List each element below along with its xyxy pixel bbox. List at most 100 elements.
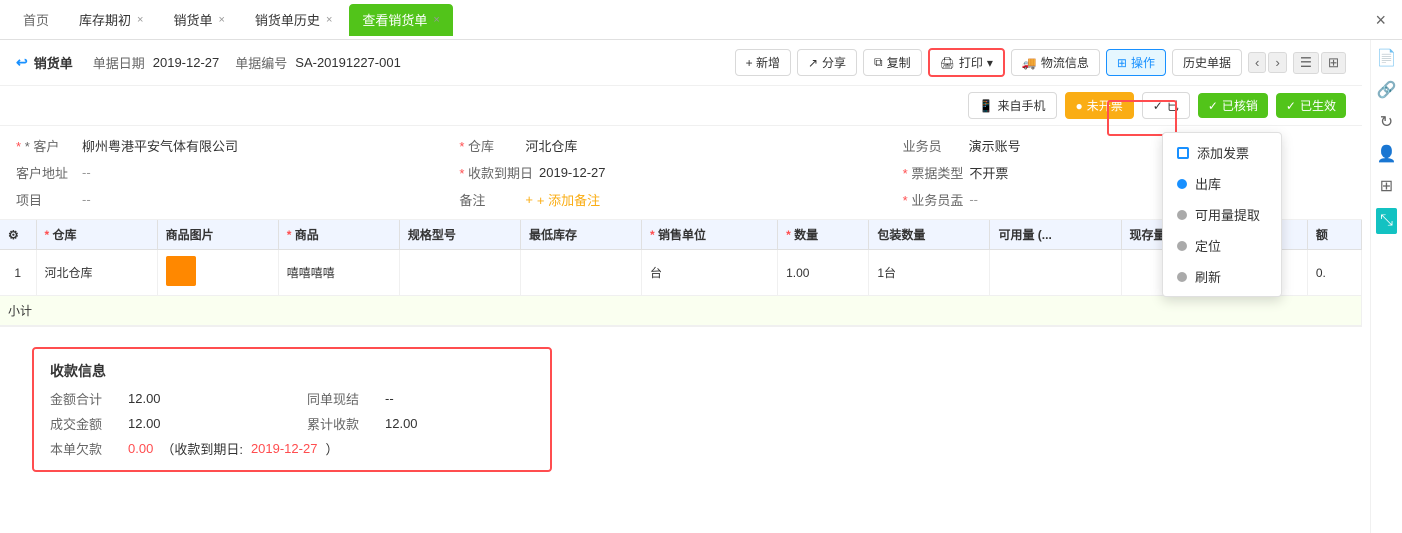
- print-icon: 🖨: [940, 56, 955, 70]
- project-value: --: [82, 192, 91, 207]
- payment-box: 收款信息 金额合计 12.00 同单现结 -- 成交金额 12.00: [32, 347, 552, 472]
- row-no: 1: [0, 250, 36, 296]
- share-icon: ↗: [808, 56, 818, 70]
- doc-icon[interactable]: 📄: [1377, 48, 1397, 68]
- debt-date: 2019-12-27: [251, 441, 318, 456]
- add-button[interactable]: + 新增: [735, 49, 791, 76]
- deal-amount-row: 成交金额 12.00: [50, 414, 277, 433]
- operate-icon: ⊞: [1117, 56, 1127, 70]
- col-amount: 额: [1307, 220, 1361, 250]
- already-sold-button[interactable]: ✓ 已核销: [1198, 93, 1268, 118]
- row-min-stock: [520, 250, 641, 296]
- table-row: 1 河北仓库 嘻嘻嘻嘻 台 1.00 1台 12.00: [0, 250, 1362, 296]
- dropdown-add-invoice[interactable]: 添加发票: [1163, 137, 1281, 168]
- tab-home[interactable]: 首页: [10, 4, 62, 36]
- action-row2: 📱 来自手机 ● 未开票 ✓ 已 ✓ 已核销 ✓ 已生效: [0, 86, 1362, 126]
- cumulative-label: 累计收款: [307, 414, 377, 433]
- table-icon[interactable]: ⊞: [1380, 176, 1393, 196]
- form-meta: 单据日期 2019-12-27 单据编号 SA-20191227-001: [93, 53, 401, 72]
- table-header-row: ⚙ * 仓库 商品图片 * 商品 规格型号 最低库存 * 销售单位 * 数量 包…: [0, 220, 1362, 250]
- already-effect-button[interactable]: ✓ 已生效: [1276, 93, 1346, 118]
- list-view-button[interactable]: ☰: [1293, 52, 1319, 74]
- ticket-icon: ●: [1076, 99, 1083, 113]
- outbound-icon: [1177, 179, 1187, 189]
- ticket-value: 不开票: [969, 163, 1008, 182]
- fullscreen-icon[interactable]: ⤡: [1376, 208, 1397, 234]
- prev-button[interactable]: ‹: [1248, 52, 1266, 73]
- form-header: ↩ 销货单 单据日期 2019-12-27 单据编号 SA-20191227-0…: [0, 40, 1362, 86]
- number-label: 单据编号 SA-20191227-001: [235, 53, 401, 72]
- deal-amount-value: 12.00: [128, 416, 161, 431]
- not-open-button[interactable]: ● 未开票: [1065, 92, 1134, 119]
- warehouse-value: 河北仓库: [525, 136, 577, 155]
- tab-sales-close[interactable]: ×: [218, 14, 224, 26]
- address-field: 客户地址 --: [16, 163, 459, 182]
- tab-check-close[interactable]: ×: [433, 14, 439, 26]
- tab-inventory-init[interactable]: 库存期初 ×: [66, 4, 156, 36]
- row-sales-unit: 台: [642, 250, 778, 296]
- remark-label: 备注: [459, 190, 519, 209]
- project-label: 项目: [16, 190, 76, 209]
- debt-row: 本单欠款 0.00 （收款到期日: 2019-12-27 ）: [50, 439, 534, 458]
- view-icons: ☰ ⊞: [1293, 52, 1346, 74]
- form-fields: * * 客户 柳州粤港平安气体有限公司 * 仓库 河北仓库 业务员 演示账号 客…: [0, 126, 1362, 220]
- history-button[interactable]: 历史单据: [1172, 49, 1242, 76]
- from-mobile-button[interactable]: 📱 来自手机: [968, 92, 1057, 119]
- tab-history-label: 销货单历史: [255, 10, 320, 29]
- dropdown-refresh[interactable]: 刷新: [1163, 261, 1281, 292]
- confirm-button[interactable]: ✓ 已: [1142, 92, 1190, 119]
- print-button[interactable]: 🖨 打印 ▾: [928, 48, 1005, 77]
- staff-value: 演示账号: [969, 136, 1021, 155]
- add-invoice-icon: [1177, 147, 1189, 159]
- link-icon[interactable]: 🔗: [1377, 80, 1397, 100]
- sold-icon: ✓: [1208, 99, 1218, 113]
- tab-check-sales[interactable]: 查看销货单 ×: [349, 4, 452, 36]
- tab-sales-history[interactable]: 销货单历史 ×: [242, 4, 345, 36]
- row-warehouse: 河北仓库: [36, 250, 157, 296]
- available-qty-label: 可用量提取: [1195, 205, 1260, 224]
- col-sales-unit: * 销售单位: [642, 220, 778, 250]
- user-circle-icon[interactable]: 👤: [1377, 144, 1397, 164]
- total-amount-label: 金额合计: [50, 389, 120, 408]
- project-field: 项目 --: [16, 190, 459, 209]
- tab-bar: 首页 库存期初 × 销货单 × 销货单历史 × 查看销货单 × ×: [0, 0, 1402, 40]
- share-button[interactable]: ↗ 分享: [797, 49, 857, 76]
- payment-title: 收款信息: [50, 361, 534, 381]
- mobile-icon: 📱: [979, 99, 994, 113]
- main-close-button[interactable]: ×: [1375, 10, 1386, 31]
- copy-icon: ⧉: [874, 55, 883, 70]
- form-title-group: ↩ 销货单: [16, 53, 73, 72]
- next-button[interactable]: ›: [1268, 52, 1286, 73]
- tab-history-close[interactable]: ×: [326, 14, 332, 26]
- customer-field: * * 客户 柳州粤港平安气体有限公司: [16, 136, 459, 155]
- refresh-icon: [1177, 272, 1187, 282]
- payment-rows: 金额合计 12.00 同单现结 -- 成交金额 12.00 累计收款 12.00: [50, 389, 534, 458]
- ticket-label: * 票据类型: [903, 163, 964, 182]
- dropdown-outbound[interactable]: 出库: [1163, 168, 1281, 199]
- col-warehouse: * 仓库: [36, 220, 157, 250]
- dropdown-locate[interactable]: 定位: [1163, 230, 1281, 261]
- duedate-value: 2019-12-27: [539, 165, 606, 180]
- customer-label: * * 客户: [16, 136, 76, 155]
- cumulative-value: 12.00: [385, 416, 418, 431]
- copy-button[interactable]: ⧉ 复制: [863, 49, 922, 76]
- dropdown-available-qty[interactable]: 可用量提取: [1163, 199, 1281, 230]
- total-amount-value: 12.00: [128, 391, 161, 406]
- operate-button[interactable]: ⊞ 操作: [1106, 49, 1166, 76]
- tab-inventory-close[interactable]: ×: [137, 14, 143, 26]
- row-available: [990, 250, 1121, 296]
- nav-arrows: ‹ ›: [1248, 52, 1287, 73]
- warehouse-label: * 仓库: [459, 136, 519, 155]
- logistics-icon: 🚚: [1022, 56, 1037, 70]
- col-settings: ⚙: [0, 220, 36, 250]
- tab-sales-order[interactable]: 销货单 ×: [160, 4, 237, 36]
- add-note-button[interactable]: + + 添加备注: [525, 190, 600, 209]
- staff-label: 业务员: [903, 136, 963, 155]
- refresh-circle-icon[interactable]: ↻: [1380, 112, 1393, 132]
- tab-inventory-label: 库存期初: [79, 10, 131, 29]
- customer-value: 柳州粤港平安气体有限公司: [82, 136, 238, 155]
- grid-view-button[interactable]: ⊞: [1321, 52, 1346, 74]
- logistics-button[interactable]: 🚚 物流信息: [1011, 49, 1100, 76]
- subtotal-label: 小计: [0, 296, 1362, 326]
- table-container: ⚙ * 仓库 商品图片 * 商品 规格型号 最低库存 * 销售单位 * 数量 包…: [0, 220, 1362, 327]
